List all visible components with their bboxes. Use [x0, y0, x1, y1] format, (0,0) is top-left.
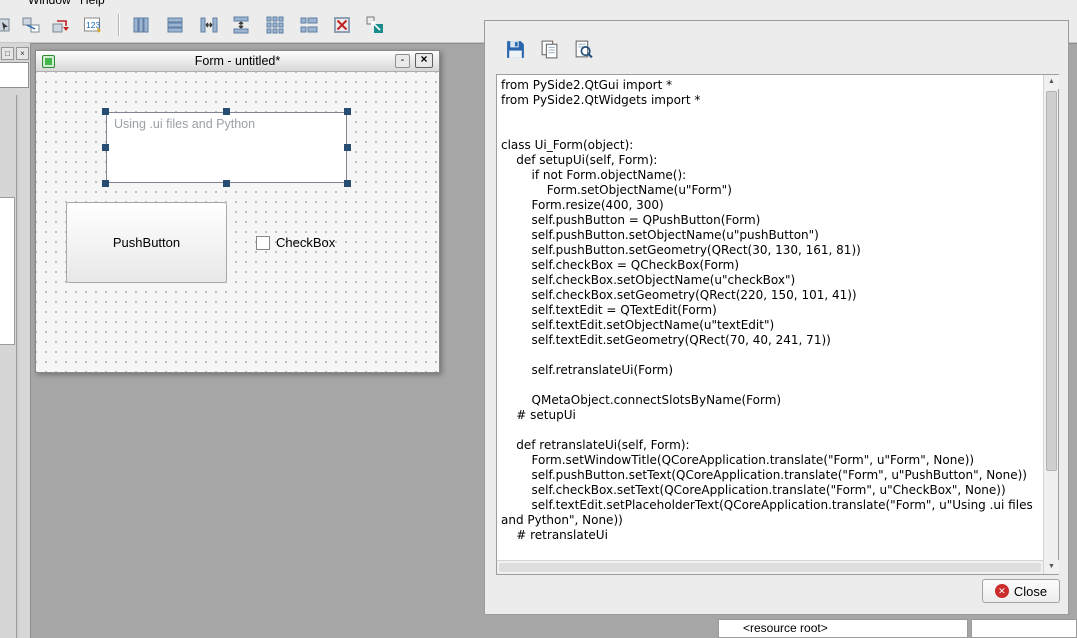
close-circle-icon: ✕ [995, 584, 1009, 598]
scroll-down-icon[interactable]: ▼ [1044, 560, 1059, 574]
menubar: Window Help [0, 0, 1077, 9]
textedit-widget[interactable]: Using .ui files and Python [106, 112, 347, 183]
widget-filter-input[interactable] [0, 62, 29, 88]
dock-close-button[interactable]: × [16, 47, 29, 60]
widget-list-partial[interactable] [0, 197, 15, 345]
resource-root-item[interactable]: <resource root> [718, 619, 968, 638]
copy-icon[interactable] [537, 37, 561, 61]
form-canvas[interactable]: Using .ui files and Python PushButton Ch… [36, 72, 439, 372]
pushbutton-label: PushButton [113, 235, 180, 250]
edit-buddies-icon[interactable] [18, 12, 44, 38]
selection-handle-ne[interactable] [344, 108, 351, 115]
layout-vertical-icon[interactable] [162, 12, 188, 38]
scrollbar-thumb[interactable] [1046, 91, 1057, 471]
scroll-up-icon[interactable]: ▲ [1044, 75, 1059, 89]
edit-tab-order-icon[interactable]: 123 [80, 12, 106, 38]
resource-panel-partial [971, 619, 1077, 638]
selection-handle-e[interactable] [344, 144, 351, 151]
close-window-button[interactable]: × [415, 53, 433, 68]
form-window-titlebar[interactable]: Form - untitled* - × [36, 51, 439, 72]
horizontal-scrollbar[interactable] [497, 560, 1043, 574]
form-editor-window: Form - untitled* - × Using .ui files and… [35, 50, 440, 373]
code-view: from PySide2.QtGui import * from PySide2… [496, 74, 1059, 575]
menu-help[interactable]: Help [80, 0, 105, 7]
close-button[interactable]: ✕ Close [982, 579, 1060, 603]
layout-horizontal-icon[interactable] [128, 12, 154, 38]
selection-handle-nw[interactable] [102, 108, 109, 115]
find-icon[interactable] [571, 37, 595, 61]
layout-splitter-horizontal-icon[interactable] [196, 12, 222, 38]
checkbox-label: CheckBox [276, 235, 335, 250]
save-icon[interactable] [503, 37, 527, 61]
form-window-title: Form - untitled* [36, 54, 439, 68]
adjust-size-icon[interactable] [362, 12, 388, 38]
dock-splitter[interactable] [16, 95, 19, 638]
dock-float-button[interactable]: □ [1, 47, 14, 60]
minimize-button[interactable]: - [395, 54, 410, 68]
menu-window[interactable]: Window [28, 0, 71, 7]
edit-signals-slots-icon[interactable] [48, 12, 74, 38]
layout-form-icon[interactable] [296, 12, 322, 38]
vertical-scrollbar[interactable]: ▲ ▼ [1043, 75, 1058, 574]
edit-widgets-icon[interactable] [0, 12, 16, 38]
layout-splitter-vertical-icon[interactable] [228, 12, 254, 38]
break-layout-icon[interactable] [329, 12, 355, 38]
generated-code-text[interactable]: from PySide2.QtGui import * from PySide2… [501, 78, 1041, 558]
widget-box-dock: □ × [0, 43, 30, 638]
textedit-placeholder: Using .ui files and Python [107, 113, 346, 135]
code-preview-dialog: from PySide2.QtGui import * from PySide2… [484, 20, 1069, 615]
selection-handle-se[interactable] [344, 180, 351, 187]
layout-grid-icon[interactable] [262, 12, 288, 38]
close-button-label: Close [1014, 584, 1047, 599]
horizontal-scrollbar-thumb[interactable] [499, 563, 1041, 572]
selection-handle-sw[interactable] [102, 180, 109, 187]
selection-handle-s[interactable] [223, 180, 230, 187]
checkbox-indicator[interactable] [256, 236, 270, 250]
checkbox-widget[interactable]: CheckBox [256, 222, 357, 263]
selection-handle-n[interactable] [223, 108, 230, 115]
selection-handle-w[interactable] [102, 144, 109, 151]
toolbar-separator [118, 14, 120, 36]
pushbutton-widget[interactable]: PushButton [66, 202, 227, 283]
